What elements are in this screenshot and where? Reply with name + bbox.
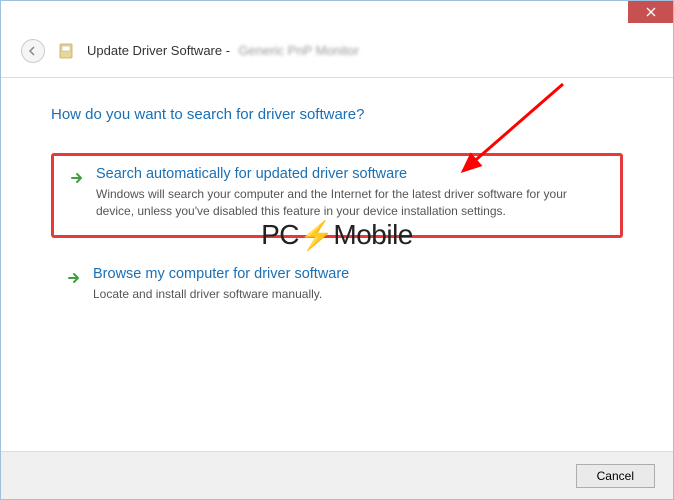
arrow-right-icon bbox=[68, 169, 86, 187]
close-button[interactable] bbox=[628, 1, 673, 23]
option-search-automatically[interactable]: Search automatically for updated driver … bbox=[51, 153, 623, 238]
option-description: Locate and install driver software manua… bbox=[93, 286, 609, 303]
close-icon bbox=[646, 7, 656, 17]
header-title: Update Driver Software - bbox=[87, 43, 230, 58]
cancel-button[interactable]: Cancel bbox=[576, 464, 655, 488]
back-button[interactable] bbox=[21, 39, 45, 63]
header: Update Driver Software - Generic PnP Mon… bbox=[1, 31, 673, 78]
disk-icon bbox=[57, 42, 75, 60]
option-title: Browse my computer for driver software bbox=[93, 266, 609, 282]
back-arrow-icon bbox=[27, 45, 39, 57]
footer: Cancel bbox=[1, 451, 673, 499]
option-title: Search automatically for updated driver … bbox=[96, 166, 606, 182]
header-title-container: Update Driver Software - Generic PnP Mon… bbox=[87, 42, 359, 60]
question-heading: How do you want to search for driver sof… bbox=[51, 106, 623, 123]
arrow-right-icon bbox=[65, 269, 83, 287]
option-browse-computer[interactable]: Browse my computer for driver software L… bbox=[51, 256, 623, 317]
option-text: Search automatically for updated driver … bbox=[96, 166, 606, 221]
header-subtitle: Generic PnP Monitor bbox=[239, 43, 359, 58]
titlebar bbox=[1, 1, 673, 31]
option-text: Browse my computer for driver software L… bbox=[93, 266, 609, 303]
content-area: How do you want to search for driver sof… bbox=[1, 78, 673, 317]
option-description: Windows will search your computer and th… bbox=[96, 186, 606, 221]
dialog-window: Update Driver Software - Generic PnP Mon… bbox=[0, 0, 674, 500]
